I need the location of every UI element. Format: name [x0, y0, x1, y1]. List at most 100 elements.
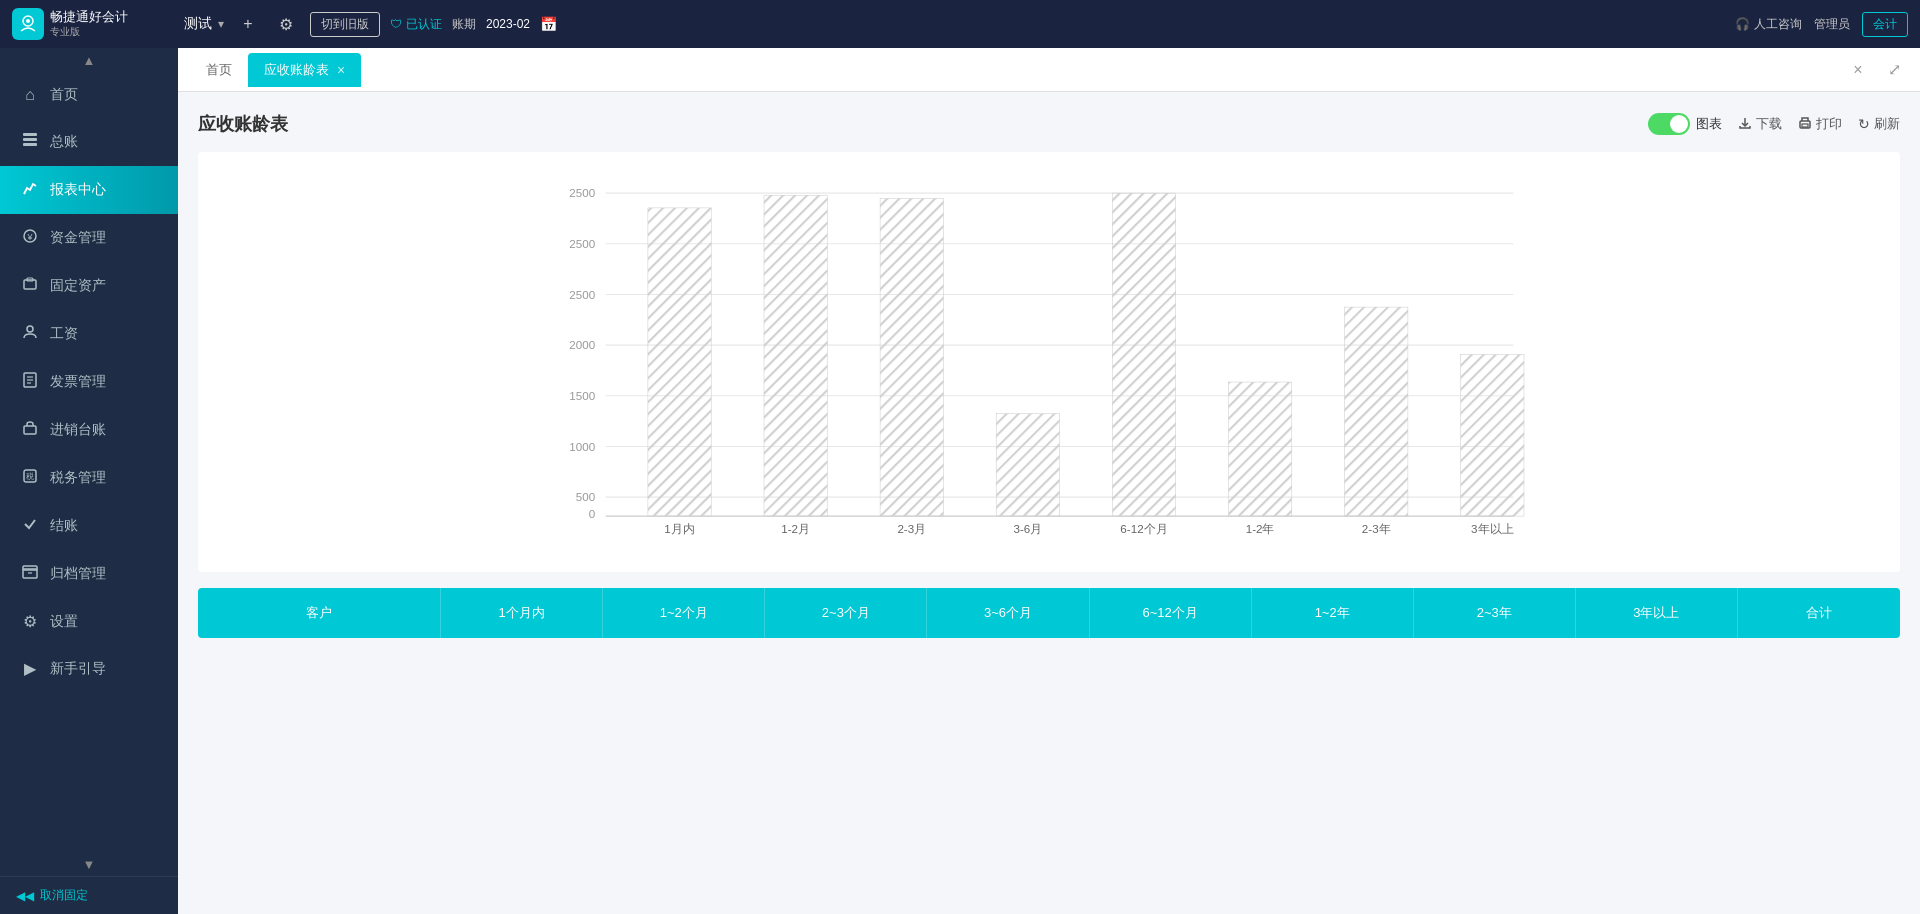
chart-toggle-group: 图表	[1648, 113, 1722, 135]
svg-text:税: 税	[26, 472, 34, 481]
col-2-3year: 2~3年	[1414, 588, 1576, 638]
table-container: 客户 1个月内 1~2个月 2~3个月 3~6个月 6~12个月 1~2年 2~…	[198, 588, 1900, 638]
sidebar-item-tax[interactable]: 税 税务管理	[0, 454, 178, 502]
help-button[interactable]: 🎧 人工咨询	[1735, 16, 1802, 33]
svg-text:¥: ¥	[26, 232, 33, 242]
sidebar-item-inventory[interactable]: 进销台账	[0, 406, 178, 454]
svg-rect-14	[24, 426, 36, 434]
svg-text:6-12个月: 6-12个月	[1120, 522, 1167, 535]
sidebar-item-fund[interactable]: ¥ 资金管理	[0, 214, 178, 262]
col-total: 合计	[1738, 588, 1900, 638]
chart-toggle[interactable]	[1648, 113, 1690, 135]
close-accounts-icon	[20, 516, 40, 536]
switch-old-version-button[interactable]: 切到旧版	[310, 12, 380, 37]
svg-text:2-3月: 2-3月	[897, 522, 926, 535]
sidebar-item-report[interactable]: 报表中心	[0, 166, 178, 214]
sidebar-item-invoice[interactable]: 发票管理	[0, 358, 178, 406]
sidebar-scroll-up[interactable]: ▲	[0, 48, 178, 72]
svg-text:2500: 2500	[569, 237, 595, 250]
company-selector[interactable]: 测试 ▾	[184, 15, 224, 33]
svg-rect-3	[23, 138, 37, 141]
headset-icon: 🎧	[1735, 17, 1750, 31]
sidebar-item-label: 发票管理	[50, 373, 106, 391]
app-version: 专业版	[50, 25, 128, 39]
invoice-icon	[20, 372, 40, 392]
report-icon	[20, 180, 40, 200]
page-content: 应收账龄表 图表 下载	[178, 92, 1920, 914]
bar-chart: 2500 2500 2500 2000 1500 1000 500 0 1月内	[218, 172, 1880, 552]
col-1month: 1个月内	[441, 588, 603, 638]
sidebar-item-label: 首页	[50, 86, 78, 104]
svg-rect-41	[764, 195, 827, 516]
chart-svg: 2500 2500 2500 2000 1500 1000 500 0 1月内	[218, 172, 1880, 552]
tab-receivable-aging[interactable]: 应收账龄表 ×	[248, 53, 361, 87]
svg-rect-53	[1461, 355, 1524, 516]
svg-text:3-6月: 3-6月	[1013, 522, 1042, 535]
role-button[interactable]: 会计	[1862, 12, 1908, 37]
sidebar-item-newbie[interactable]: ▶ 新手引导	[0, 645, 178, 692]
unpin-button[interactable]: ◀◀ 取消固定	[0, 876, 178, 914]
content-area: 首页 应收账龄表 × × ⤢ 应收账龄表 图表	[178, 48, 1920, 914]
company-name: 测试	[184, 15, 212, 33]
main-layout: ▲ ⌂ 首页 总账 报表中心 ¥ 资金管	[0, 48, 1920, 914]
user-button[interactable]: 管理员	[1814, 16, 1850, 33]
svg-rect-39	[648, 208, 711, 516]
table-header: 客户 1个月内 1~2个月 2~3个月 3~6个月 6~12个月 1~2年 2~…	[198, 588, 1900, 638]
sidebar: ▲ ⌂ 首页 总账 报表中心 ¥ 资金管	[0, 48, 178, 914]
salary-icon	[20, 324, 40, 344]
chart-container: 2500 2500 2500 2000 1500 1000 500 0 1月内	[198, 152, 1900, 572]
sidebar-scroll-down[interactable]: ▼	[0, 852, 178, 876]
svg-text:3年以上: 3年以上	[1471, 522, 1513, 535]
sidebar-item-label: 总账	[50, 133, 78, 151]
sidebar-item-home[interactable]: ⌂ 首页	[0, 72, 178, 118]
refresh-icon: ↻	[1858, 116, 1870, 132]
svg-rect-18	[23, 566, 37, 570]
svg-rect-49	[1228, 382, 1291, 516]
sidebar-item-asset[interactable]: 固定资产	[0, 262, 178, 310]
svg-text:2500: 2500	[569, 186, 595, 199]
close-panel-button[interactable]: ×	[1844, 56, 1872, 84]
page-title: 应收账龄表	[198, 112, 288, 136]
svg-text:2-3年: 2-3年	[1362, 522, 1391, 535]
tab-close-icon[interactable]: ×	[337, 62, 345, 78]
download-button[interactable]: 下载	[1738, 115, 1782, 133]
tab-home[interactable]: 首页	[190, 53, 248, 87]
chevron-down-icon: ▾	[218, 17, 224, 31]
svg-rect-47	[1112, 193, 1175, 516]
inventory-icon	[20, 420, 40, 440]
tab-right-buttons: × ⤢	[1844, 56, 1908, 84]
sidebar-item-archive[interactable]: 归档管理	[0, 550, 178, 598]
sidebar-item-label: 归档管理	[50, 565, 106, 583]
sidebar-item-settings[interactable]: ⚙ 设置	[0, 598, 178, 645]
sidebar-item-label: 工资	[50, 325, 78, 343]
svg-text:1500: 1500	[569, 389, 595, 402]
settings-icon: ⚙	[20, 612, 40, 631]
col-6-12month: 6~12个月	[1090, 588, 1252, 638]
sidebar-item-salary[interactable]: 工资	[0, 310, 178, 358]
sidebar-item-label: 新手引导	[50, 660, 106, 678]
add-company-button[interactable]: +	[234, 10, 262, 38]
col-2-3month: 2~3个月	[765, 588, 927, 638]
svg-text:500: 500	[576, 490, 595, 503]
asset-icon	[20, 276, 40, 296]
sidebar-item-label: 税务管理	[50, 469, 106, 487]
logo-icon	[12, 8, 44, 40]
sidebar-item-label: 报表中心	[50, 181, 106, 199]
expand-panel-button[interactable]: ⤢	[1880, 56, 1908, 84]
home-icon: ⌂	[20, 86, 40, 104]
svg-rect-51	[1345, 307, 1408, 516]
sidebar-item-label: 设置	[50, 613, 78, 631]
print-icon	[1798, 116, 1812, 133]
sidebar-item-ledger[interactable]: 总账	[0, 118, 178, 166]
refresh-button[interactable]: ↻ 刷新	[1858, 115, 1900, 133]
sidebar-item-close[interactable]: 结账	[0, 502, 178, 550]
calendar-icon[interactable]: 📅	[540, 16, 557, 32]
period-value: 2023-02	[486, 17, 530, 31]
toggle-knob	[1670, 115, 1688, 133]
archive-icon	[20, 564, 40, 584]
svg-text:1月内: 1月内	[664, 522, 694, 535]
print-button[interactable]: 打印	[1798, 115, 1842, 133]
page-actions: 图表 下载 打印 ↻	[1648, 113, 1900, 135]
tax-icon: 税	[20, 468, 40, 488]
settings-icon[interactable]: ⚙	[272, 10, 300, 38]
